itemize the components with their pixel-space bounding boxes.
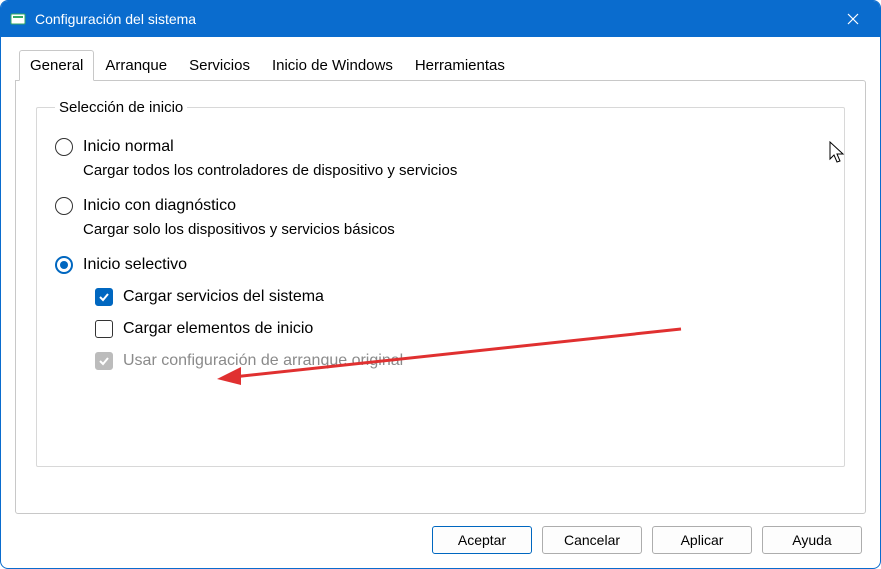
client-area: General Arranque Servicios Inicio de Win…: [1, 37, 880, 568]
checkbox-icon: [95, 352, 113, 370]
option-diagnostic: Inicio con diagnóstico Cargar solo los d…: [55, 197, 826, 238]
radio-label: Inicio normal: [83, 138, 174, 156]
dialog-buttons: Aceptar Cancelar Aplicar Ayuda: [15, 514, 866, 554]
radio-icon: [55, 256, 73, 274]
checkbox-original-boot: Usar configuración de arranque original: [95, 352, 826, 370]
checkbox-label: Cargar servicios del sistema: [123, 288, 324, 306]
tab-panel: Selección de inicio Inicio normal Cargar…: [15, 80, 866, 514]
radio-normal[interactable]: Inicio normal: [55, 138, 826, 156]
selective-sub-options: Cargar servicios del sistema Cargar elem…: [95, 288, 826, 370]
radio-selective[interactable]: Inicio selectivo: [55, 256, 826, 274]
tab-strip: General Arranque Servicios Inicio de Win…: [15, 49, 866, 80]
apply-button[interactable]: Aplicar: [652, 526, 752, 554]
checkbox-label: Cargar elementos de inicio: [123, 320, 313, 338]
close-button[interactable]: [830, 1, 876, 37]
radio-icon: [55, 138, 73, 156]
option-selective: Inicio selectivo Cargar servicios del si…: [55, 256, 826, 370]
radio-label: Inicio selectivo: [83, 256, 187, 274]
checkbox-label: Usar configuración de arranque original: [123, 352, 403, 370]
startup-selection-group: Selección de inicio Inicio normal Cargar…: [36, 99, 845, 467]
radio-diagnostic[interactable]: Inicio con diagnóstico: [55, 197, 826, 215]
tab-boot[interactable]: Arranque: [94, 50, 178, 81]
help-button[interactable]: Ayuda: [762, 526, 862, 554]
system-config-window: Configuración del sistema General Arranq…: [0, 0, 881, 569]
checkbox-load-services[interactable]: Cargar servicios del sistema: [95, 288, 826, 306]
titlebar: Configuración del sistema: [1, 1, 880, 37]
option-normal-desc: Cargar todos los controladores de dispos…: [83, 162, 826, 179]
tab-tools[interactable]: Herramientas: [404, 50, 516, 81]
ok-button[interactable]: Aceptar: [432, 526, 532, 554]
checkbox-icon: [95, 288, 113, 306]
tab-services[interactable]: Servicios: [178, 50, 261, 81]
app-icon: [9, 10, 27, 28]
group-legend: Selección de inicio: [55, 99, 187, 116]
checkbox-load-startup[interactable]: Cargar elementos de inicio: [95, 320, 826, 338]
radio-icon: [55, 197, 73, 215]
window-title: Configuración del sistema: [35, 11, 830, 27]
option-normal: Inicio normal Cargar todos los controlad…: [55, 138, 826, 179]
tab-startup[interactable]: Inicio de Windows: [261, 50, 404, 81]
checkbox-icon: [95, 320, 113, 338]
radio-label: Inicio con diagnóstico: [83, 197, 236, 215]
tab-general[interactable]: General: [19, 50, 94, 81]
cancel-button[interactable]: Cancelar: [542, 526, 642, 554]
option-diagnostic-desc: Cargar solo los dispositivos y servicios…: [83, 221, 826, 238]
